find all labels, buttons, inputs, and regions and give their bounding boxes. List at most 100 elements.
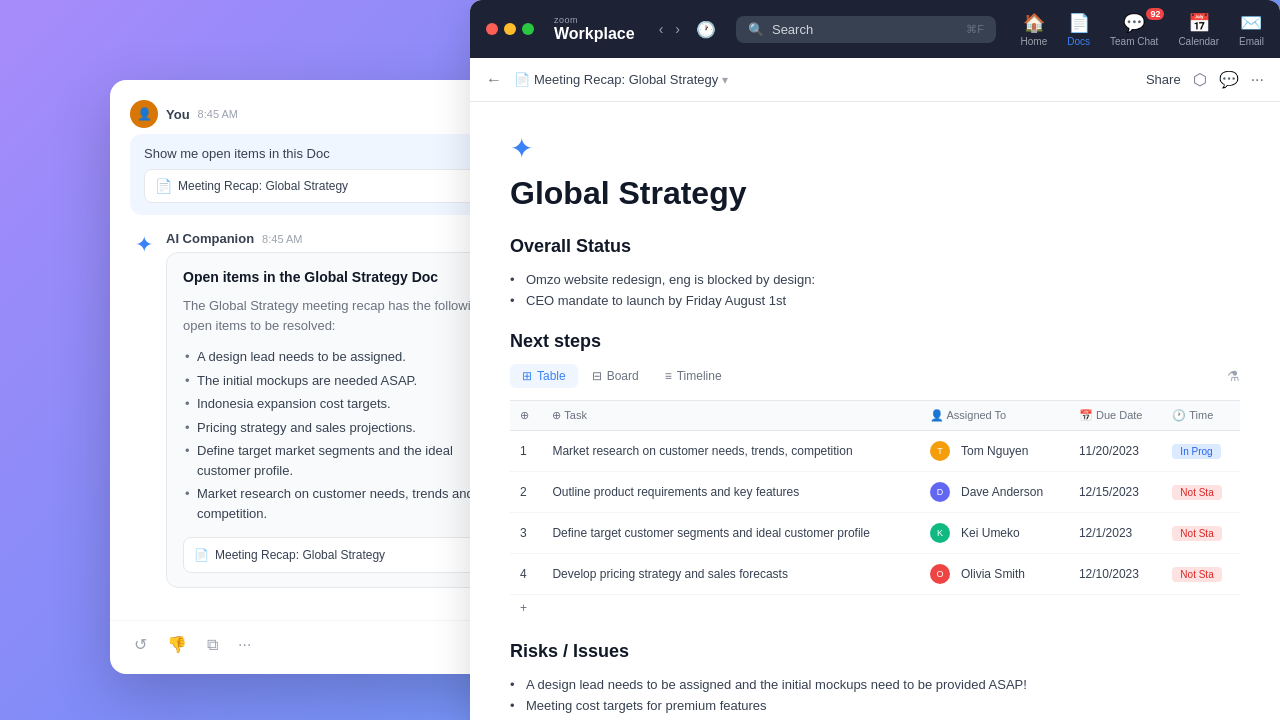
col-duedate[interactable]: 📅 Due Date [1069, 401, 1162, 431]
col-assigned[interactable]: 👤 Assigned To [920, 401, 1069, 431]
present-button[interactable]: ⬡ [1193, 70, 1207, 89]
ai-doc-reference[interactable]: 📄 Meeting Recap: Global Strategy [183, 537, 493, 573]
assigned-cell: O Olivia Smith [920, 554, 1069, 595]
tab-table[interactable]: ⊞ Table [510, 364, 578, 388]
task-cell: Define target customer segments and idea… [542, 513, 920, 554]
nav-item-teamchat[interactable]: 92💬Team Chat [1110, 12, 1158, 47]
list-item: A design lead needs to be assigned and t… [510, 674, 1240, 695]
refresh-button[interactable]: ↺ [130, 631, 151, 658]
col-num: ⊕ [510, 401, 542, 431]
maximize-window-button[interactable] [522, 23, 534, 35]
search-shortcut: ⌘F [966, 23, 984, 36]
due-date-cell: 12/15/2023 [1069, 472, 1162, 513]
copy-button[interactable]: ⧉ [203, 632, 222, 658]
nav-item-home[interactable]: 🏠 Home [1021, 12, 1048, 47]
minimize-window-button[interactable] [504, 23, 516, 35]
home-nav-label: Home [1021, 36, 1048, 47]
breadcrumb-dropdown-icon[interactable]: ▾ [722, 73, 728, 87]
email-nav-label: Email [1239, 36, 1264, 47]
share-button[interactable]: Share [1146, 72, 1181, 87]
status-cell: Not Sta [1162, 472, 1240, 513]
teamchat-badge: 92 [1146, 8, 1164, 20]
ai-timestamp: 8:45 AM [262, 233, 302, 245]
tab-board[interactable]: ⊟ Board [580, 364, 651, 388]
top-nav: zoom Workplace ‹ › 🕐 🔍 Search ⌘F 🏠 Home 📄D… [470, 0, 1280, 58]
doc-content: ✦ Global Strategy Overall Status Omzo we… [470, 102, 1280, 720]
ai-doc-icon: 📄 [194, 546, 209, 564]
more-doc-options-button[interactable]: ··· [1251, 71, 1264, 89]
user-doc-reference[interactable]: 📄 Meeting Recap: Global Strategy [144, 169, 496, 203]
ai-companion-icon: ✦ [130, 231, 158, 259]
teamchat-nav-icon: 💬 [1123, 12, 1145, 34]
nav-icons: 🏠 Home 📄Docs 92💬Team Chat 📅Calendar ✉️ Email [1021, 12, 1264, 47]
add-row-button[interactable]: + [510, 595, 1240, 621]
nav-arrows: ‹ › [655, 19, 684, 39]
search-bar[interactable]: 🔍 Search ⌘F [736, 16, 996, 43]
nav-item-email[interactable]: ✉️ Email [1239, 12, 1264, 47]
timeline-tab-label: Timeline [677, 369, 722, 383]
history-button[interactable]: 🕐 [696, 20, 716, 39]
assignee-avatar: O [930, 564, 950, 584]
due-date-cell: 12/10/2023 [1069, 554, 1162, 595]
tab-timeline[interactable]: ≡ Timeline [653, 364, 734, 388]
assignee-avatar: K [930, 523, 950, 543]
search-icon: 🔍 [748, 22, 764, 37]
due-date-cell: 12/1/2023 [1069, 513, 1162, 554]
nav-back-button[interactable]: ‹ [655, 19, 668, 39]
risks-list: A design lead needs to be assigned and t… [510, 674, 1240, 716]
assignee-name: Tom Nguyen [961, 444, 1028, 458]
ai-bullet-list: A design lead needs to be assigned.The i… [183, 345, 493, 525]
list-item: Omzo website redesign, eng is blocked by… [510, 269, 1240, 290]
assigned-cell: T Tom Nguyen [920, 431, 1069, 472]
user-doc-ref-text: Meeting Recap: Global Strategy [178, 179, 348, 193]
ai-sparkle-icon: ✦ [510, 132, 1240, 165]
docs-nav-label: Docs [1067, 36, 1090, 47]
list-item: A design lead needs to be assigned. [183, 345, 493, 369]
thumbs-down-button[interactable]: 👎 [163, 631, 191, 658]
ai-name: AI Companion [166, 231, 254, 246]
list-item: Indonesia expansion cost targets. [183, 392, 493, 416]
status-badge: Not Sta [1172, 567, 1221, 582]
calendar-nav-icon: 📅 [1188, 12, 1210, 34]
assigned-cell: K Kei Umeko [920, 513, 1069, 554]
zoom-label: zoom [554, 15, 635, 25]
search-input-label[interactable]: Search [772, 22, 958, 37]
home-nav-icon: 🏠 [1023, 12, 1045, 34]
col-time[interactable]: 🕐 Time [1162, 401, 1240, 431]
list-item: Meeting cost targets for premium feature… [510, 695, 1240, 716]
user-message-row: 👤 You 8:45 AM Show me open items in this… [130, 100, 510, 215]
comment-button[interactable]: 💬 [1219, 70, 1239, 89]
back-button[interactable]: ← [486, 71, 502, 89]
nav-item-calendar[interactable]: 📅Calendar [1178, 12, 1219, 47]
list-item: Pricing strategy and sales projections. [183, 416, 493, 440]
workplace-label: Workplace [554, 25, 635, 43]
nav-forward-button[interactable]: › [671, 19, 684, 39]
doc-header-actions: Share ⬡ 💬 ··· [1146, 70, 1264, 89]
assigned-cell: D Dave Anderson [920, 472, 1069, 513]
risks-heading: Risks / Issues [510, 641, 1240, 662]
ai-message-row: ✦ AI Companion 8:45 AM Open items in the… [130, 231, 510, 588]
user-avatar: 👤 [130, 100, 158, 128]
filter-icon[interactable]: ⚗ [1227, 368, 1240, 384]
close-window-button[interactable] [486, 23, 498, 35]
status-badge: In Prog [1172, 444, 1220, 459]
zoom-brand: zoom Workplace [554, 15, 635, 43]
status-cell: In Prog [1162, 431, 1240, 472]
document-title: Global Strategy [510, 175, 1240, 212]
col-task[interactable]: ⊕ Task [542, 401, 920, 431]
task-cell: Market research on customer needs, trend… [542, 431, 920, 472]
nav-item-docs[interactable]: 📄Docs [1067, 12, 1090, 47]
more-options-button[interactable]: ··· [234, 632, 255, 658]
email-nav-icon: ✉️ [1240, 12, 1262, 34]
risks-section: Risks / Issues A design lead needs to be… [510, 641, 1240, 716]
next-steps-section: Next steps ⊞ Table ⊟ Board ≡ Timeline ⚗ [510, 331, 1240, 621]
list-item: CEO mandate to launch by Friday August 1… [510, 290, 1240, 311]
status-cell: Not Sta [1162, 554, 1240, 595]
next-steps-heading: Next steps [510, 331, 1240, 352]
overall-status-section: Overall Status Omzo website redesign, en… [510, 236, 1240, 311]
overall-status-heading: Overall Status [510, 236, 1240, 257]
ai-doc-ref-text: Meeting Recap: Global Strategy [215, 546, 385, 564]
doc-breadcrumb: 📄 Meeting Recap: Global Strategy ▾ [514, 72, 728, 87]
due-date-cell: 11/20/2023 [1069, 431, 1162, 472]
ai-bubble-desc: The Global Strategy meeting recap has th… [183, 296, 493, 335]
